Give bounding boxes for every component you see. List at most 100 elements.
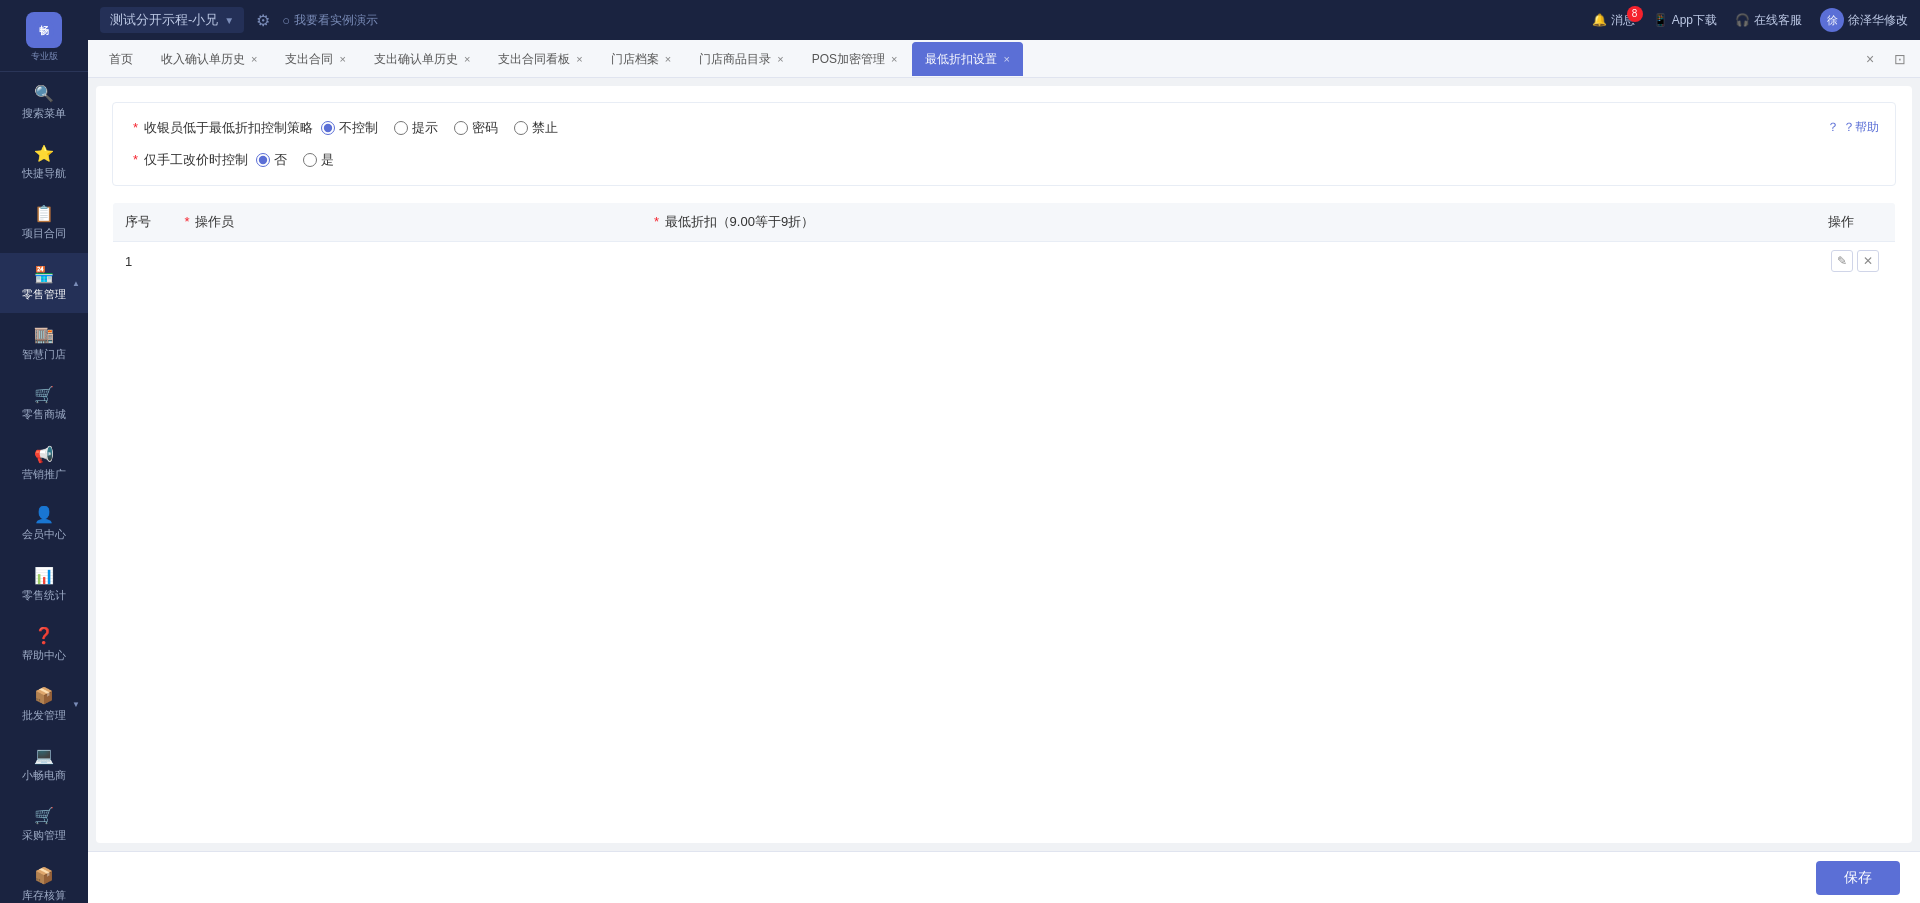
help-icon: ？ (1827, 119, 1839, 136)
col-header-seq: 序号 (113, 203, 173, 242)
sidebar-item-stats[interactable]: 📊 零售统计 (0, 554, 88, 614)
manual-label: * 仅手工改价时控制 (133, 151, 248, 169)
manual-radio-group: 否 是 (256, 151, 334, 169)
strategy-option-no-control[interactable]: 不控制 (321, 119, 378, 137)
close-icon[interactable]: × (464, 53, 470, 65)
member-icon: 👤 (34, 505, 54, 524)
col-header-discount: * 最低折扣（9.00等于9折） (642, 203, 1816, 242)
marketing-icon: 📢 (34, 445, 54, 464)
sidebar-item-search[interactable]: 🔍 搜索菜单 (0, 72, 88, 132)
sidebar-item-help[interactable]: ❓ 帮助中心 (0, 614, 88, 674)
sidebar-item-label: 零售管理 (22, 288, 66, 301)
notification-badge: 8 (1627, 6, 1643, 22)
sidebar-item-retail[interactable]: 🏪 零售管理 (0, 253, 88, 313)
sidebar-item-label: 零售商城 (22, 408, 66, 421)
sidebar-logo: 畅 专业版 (0, 0, 88, 72)
sidebar-item-contract[interactable]: 📋 项目合同 (0, 192, 88, 252)
sidebar-item-marketing[interactable]: 📢 营销推广 (0, 433, 88, 493)
topbar-settings-btn[interactable]: ⚙ (256, 11, 270, 30)
close-icon[interactable]: × (777, 53, 783, 65)
purchase-icon: 🛒 (34, 806, 54, 825)
logo-text: 专业版 (31, 50, 58, 63)
tab-store-file[interactable]: 门店档案 × (598, 42, 684, 76)
inventory-icon: 📦 (34, 866, 54, 885)
user-name: 徐泽华修改 (1848, 12, 1908, 29)
sidebar-item-label: 批发管理 (22, 709, 66, 722)
sidebar-item-mall[interactable]: 🛒 零售商城 (0, 373, 88, 433)
tab-label: 支出合同看板 (498, 51, 570, 68)
delete-row-btn[interactable]: ✕ (1857, 250, 1879, 272)
app-download-btn[interactable]: 📱 App下载 (1653, 12, 1717, 29)
tab-expense-board[interactable]: 支出合同看板 × (485, 42, 595, 76)
close-icon[interactable]: × (576, 53, 582, 65)
save-button[interactable]: 保存 (1816, 861, 1900, 895)
close-icon[interactable]: × (665, 53, 671, 65)
tab-label: 收入确认单历史 (161, 51, 245, 68)
sidebar-item-smartstore[interactable]: 🏬 智慧门店 (0, 313, 88, 373)
sidebar-item-label: 项目合同 (22, 227, 66, 240)
sidebar-item-inventory[interactable]: 📦 库存核算 (0, 854, 88, 903)
star-icon: ⭐ (34, 144, 54, 163)
tab-bar-actions: × ⊡ (1858, 47, 1912, 71)
sidebar: 畅 专业版 🔍 搜索菜单 ⭐ 快捷导航 📋 项目合同 🏪 零售管理 🏬 智慧门店… (0, 0, 88, 903)
manual-option-no[interactable]: 否 (256, 151, 287, 169)
sidebar-item-label: 会员中心 (22, 528, 66, 541)
strategy-label: * 收银员低于最低折扣控制策略 (133, 119, 313, 137)
table-container: 序号 * 操作员 * 最低折扣（9.00等于9折） (112, 202, 1896, 281)
manual-option-yes[interactable]: 是 (303, 151, 334, 169)
cell-seq: 1 (113, 242, 173, 281)
radio-circle-icon: ○ (282, 13, 290, 28)
sidebar-item-ecommerce[interactable]: 💻 小畅电商 (0, 734, 88, 794)
sidebar-item-purchase[interactable]: 🛒 采购管理 (0, 794, 88, 854)
user-info[interactable]: 徐 徐泽华修改 (1820, 8, 1908, 32)
close-icon[interactable]: × (339, 53, 345, 65)
tab-expense-history[interactable]: 支出确认单历史 × (361, 42, 483, 76)
logo-icon: 畅 (26, 12, 62, 48)
tab-pos-encrypt[interactable]: POS加密管理 × (799, 42, 911, 76)
tab-income-history[interactable]: 收入确认单历史 × (148, 42, 270, 76)
content-area: ？ ？帮助 * 收银员低于最低折扣控制策略 不控制 (88, 78, 1920, 851)
strategy-radio-group: 不控制 提示 密码 禁 (321, 119, 558, 137)
strategy-option-forbid[interactable]: 禁止 (514, 119, 558, 137)
customer-service-label: 在线客服 (1754, 12, 1802, 29)
close-tab-btn[interactable]: × (1858, 47, 1882, 71)
bottom-bar: 保存 (88, 851, 1920, 903)
customer-service-btn[interactable]: 🎧 在线客服 (1735, 12, 1802, 29)
tab-bar: 首页 收入确认单历史 × 支出合同 × 支出确认单历史 × 支出合同看板 × 门… (88, 40, 1920, 78)
tab-expense-contract[interactable]: 支出合同 × (272, 42, 358, 76)
col-header-action: 操作 (1816, 203, 1896, 242)
edit-row-btn[interactable]: ✎ (1831, 250, 1853, 272)
form-section: ？ ？帮助 * 收银员低于最低折扣控制策略 不控制 (112, 102, 1896, 186)
app-download-label: App下载 (1672, 12, 1717, 29)
project-selector[interactable]: 测试分开示程-小兄 ▼ (100, 7, 244, 33)
help-btn[interactable]: ？ ？帮助 (1827, 119, 1879, 136)
contract-icon: 📋 (34, 204, 54, 223)
strategy-option-prompt[interactable]: 提示 (394, 119, 438, 137)
sidebar-item-label: 采购管理 (22, 829, 66, 842)
retail-icon: 🏪 (34, 265, 54, 284)
sidebar-item-label: 帮助中心 (22, 649, 66, 662)
expand-tab-btn[interactable]: ⊡ (1888, 47, 1912, 71)
demo-link[interactable]: ○ 我要看实例演示 (282, 12, 378, 29)
strategy-row: * 收银员低于最低折扣控制策略 不控制 提示 (133, 119, 1875, 137)
sidebar-item-wholesale[interactable]: 📦 批发管理 (0, 674, 88, 734)
sidebar-item-label: 零售统计 (22, 589, 66, 602)
sidebar-item-label: 智慧门店 (22, 348, 66, 361)
tab-min-discount[interactable]: 最低折扣设置 × (912, 42, 1022, 76)
required-mark: * (133, 152, 138, 167)
cell-operator (173, 242, 642, 281)
close-icon[interactable]: × (891, 53, 897, 65)
tab-label: POS加密管理 (812, 51, 885, 68)
notification-btn[interactable]: 🔔 消息 8 (1592, 12, 1635, 29)
tab-store-catalog[interactable]: 门店商品目录 × (686, 42, 796, 76)
tab-label: 首页 (109, 51, 133, 68)
close-icon[interactable]: × (1003, 53, 1009, 65)
sidebar-item-quicknav[interactable]: ⭐ 快捷导航 (0, 132, 88, 192)
ecommerce-icon: 💻 (34, 746, 54, 765)
close-icon[interactable]: × (251, 53, 257, 65)
tab-home[interactable]: 首页 (96, 42, 146, 76)
required-mark: * (133, 120, 138, 135)
strategy-option-password[interactable]: 密码 (454, 119, 498, 137)
page-card: ？ ？帮助 * 收银员低于最低折扣控制策略 不控制 (96, 86, 1912, 843)
sidebar-item-member[interactable]: 👤 会员中心 (0, 493, 88, 553)
